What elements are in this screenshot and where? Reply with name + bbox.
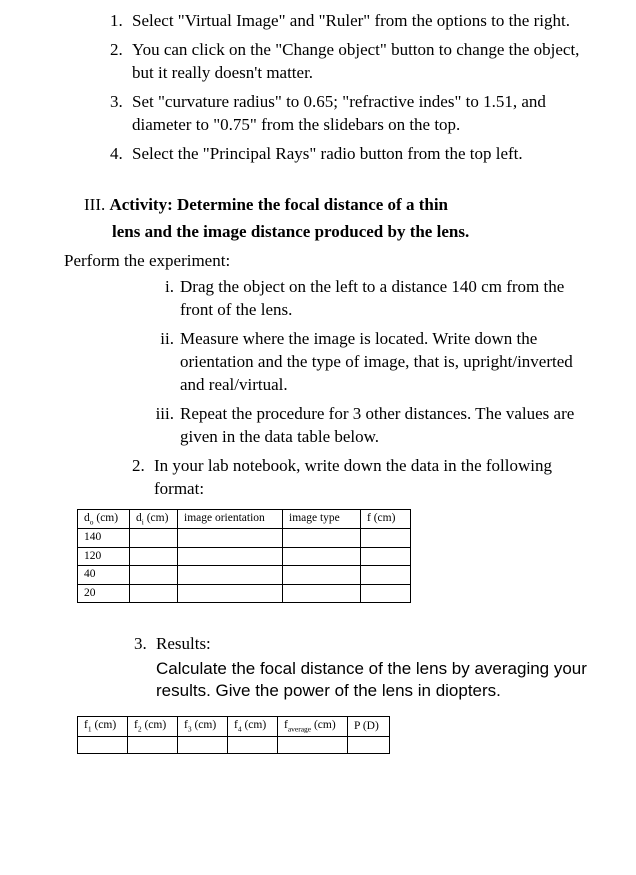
cell: 20 <box>78 584 130 603</box>
col-f4: f4 (cm) <box>228 717 278 736</box>
step-text: In your lab notebook, write down the dat… <box>154 455 594 501</box>
col-type: image type <box>283 509 361 528</box>
table-row: 20 <box>78 584 411 603</box>
section-label: III. <box>84 195 109 214</box>
cell <box>130 547 178 566</box>
cell <box>361 529 411 548</box>
item-number: 2. <box>110 39 132 85</box>
data-table: do (cm) di (cm) image orientation image … <box>77 509 411 603</box>
step-text: Repeat the procedure for 3 other distanc… <box>180 403 594 449</box>
cell <box>283 566 361 585</box>
col-f1: f1 (cm) <box>78 717 128 736</box>
item-number: 3. <box>110 91 132 137</box>
cell <box>178 584 283 603</box>
col-f: f (cm) <box>361 509 411 528</box>
item-number: 1. <box>110 10 132 33</box>
item-text: Set "curvature radius" to 0.65; "refract… <box>132 91 594 137</box>
cell <box>128 736 178 753</box>
col-favg: faverage (cm) <box>278 717 348 736</box>
experiment-steps: i. Drag the object on the left to a dist… <box>152 276 594 449</box>
cell <box>361 584 411 603</box>
item-text: Select "Virtual Image" and "Ruler" from … <box>132 10 570 33</box>
cell <box>278 736 348 753</box>
cell <box>130 566 178 585</box>
setup-instructions: 1. Select "Virtual Image" and "Ruler" fr… <box>110 10 594 166</box>
col-orientation: image orientation <box>178 509 283 528</box>
step-text: Results: <box>156 633 211 656</box>
step-3: 3. Results: <box>134 633 594 656</box>
step-item: iii. Repeat the procedure for 3 other di… <box>152 403 594 449</box>
col-f2: f2 (cm) <box>128 717 178 736</box>
cell <box>78 736 128 753</box>
instruction-item: 4. Select the "Principal Rays" radio but… <box>110 143 594 166</box>
cell: 120 <box>78 547 130 566</box>
instruction-item: 3. Set "curvature radius" to 0.65; "refr… <box>110 91 594 137</box>
perform-label: Perform the experiment: <box>64 250 594 273</box>
col-f3: f3 (cm) <box>178 717 228 736</box>
cell <box>283 547 361 566</box>
step-number: ii. <box>152 328 180 397</box>
step-2: 2. In your lab notebook, write down the … <box>132 455 594 501</box>
cell <box>361 547 411 566</box>
item-number: 4. <box>110 143 132 166</box>
cell <box>178 566 283 585</box>
cell: 40 <box>78 566 130 585</box>
step-number: iii. <box>152 403 180 449</box>
cell <box>283 529 361 548</box>
instruction-item: 2. You can click on the "Change object" … <box>110 39 594 85</box>
table-header-row: do (cm) di (cm) image orientation image … <box>78 509 411 528</box>
step-text: Drag the object on the left to a distanc… <box>180 276 594 322</box>
cell <box>178 547 283 566</box>
cell <box>348 736 390 753</box>
col-do: do (cm) <box>78 509 130 528</box>
cell <box>130 584 178 603</box>
cell <box>130 529 178 548</box>
cell <box>361 566 411 585</box>
table-row: 120 <box>78 547 411 566</box>
cell <box>228 736 278 753</box>
item-text: Select the "Principal Rays" radio button… <box>132 143 523 166</box>
col-di: di (cm) <box>130 509 178 528</box>
cell <box>178 529 283 548</box>
section-title: Activity: Determine the focal distance o… <box>109 195 448 214</box>
step-text: Measure where the image is located. Writ… <box>180 328 594 397</box>
step-item: i. Drag the object on the left to a dist… <box>152 276 594 322</box>
item-text: You can click on the "Change object" but… <box>132 39 594 85</box>
col-power: P (D) <box>348 717 390 736</box>
results-table: f1 (cm) f2 (cm) f3 (cm) f4 (cm) faverage… <box>77 716 390 753</box>
step-number: i. <box>152 276 180 322</box>
instruction-item: 1. Select "Virtual Image" and "Ruler" fr… <box>110 10 594 33</box>
section-heading: III. Activity: Determine the focal dista… <box>84 194 594 217</box>
results-description: Calculate the focal distance of the lens… <box>156 658 594 702</box>
table-row: 140 <box>78 529 411 548</box>
step-number: 2. <box>132 455 154 501</box>
cell: 140 <box>78 529 130 548</box>
table-row <box>78 736 390 753</box>
cell <box>178 736 228 753</box>
section-title-line2: lens and the image distance produced by … <box>112 221 594 244</box>
step-item: ii. Measure where the image is located. … <box>152 328 594 397</box>
table-row: 40 <box>78 566 411 585</box>
table-header-row: f1 (cm) f2 (cm) f3 (cm) f4 (cm) faverage… <box>78 717 390 736</box>
cell <box>283 584 361 603</box>
step-number: 3. <box>134 633 156 656</box>
